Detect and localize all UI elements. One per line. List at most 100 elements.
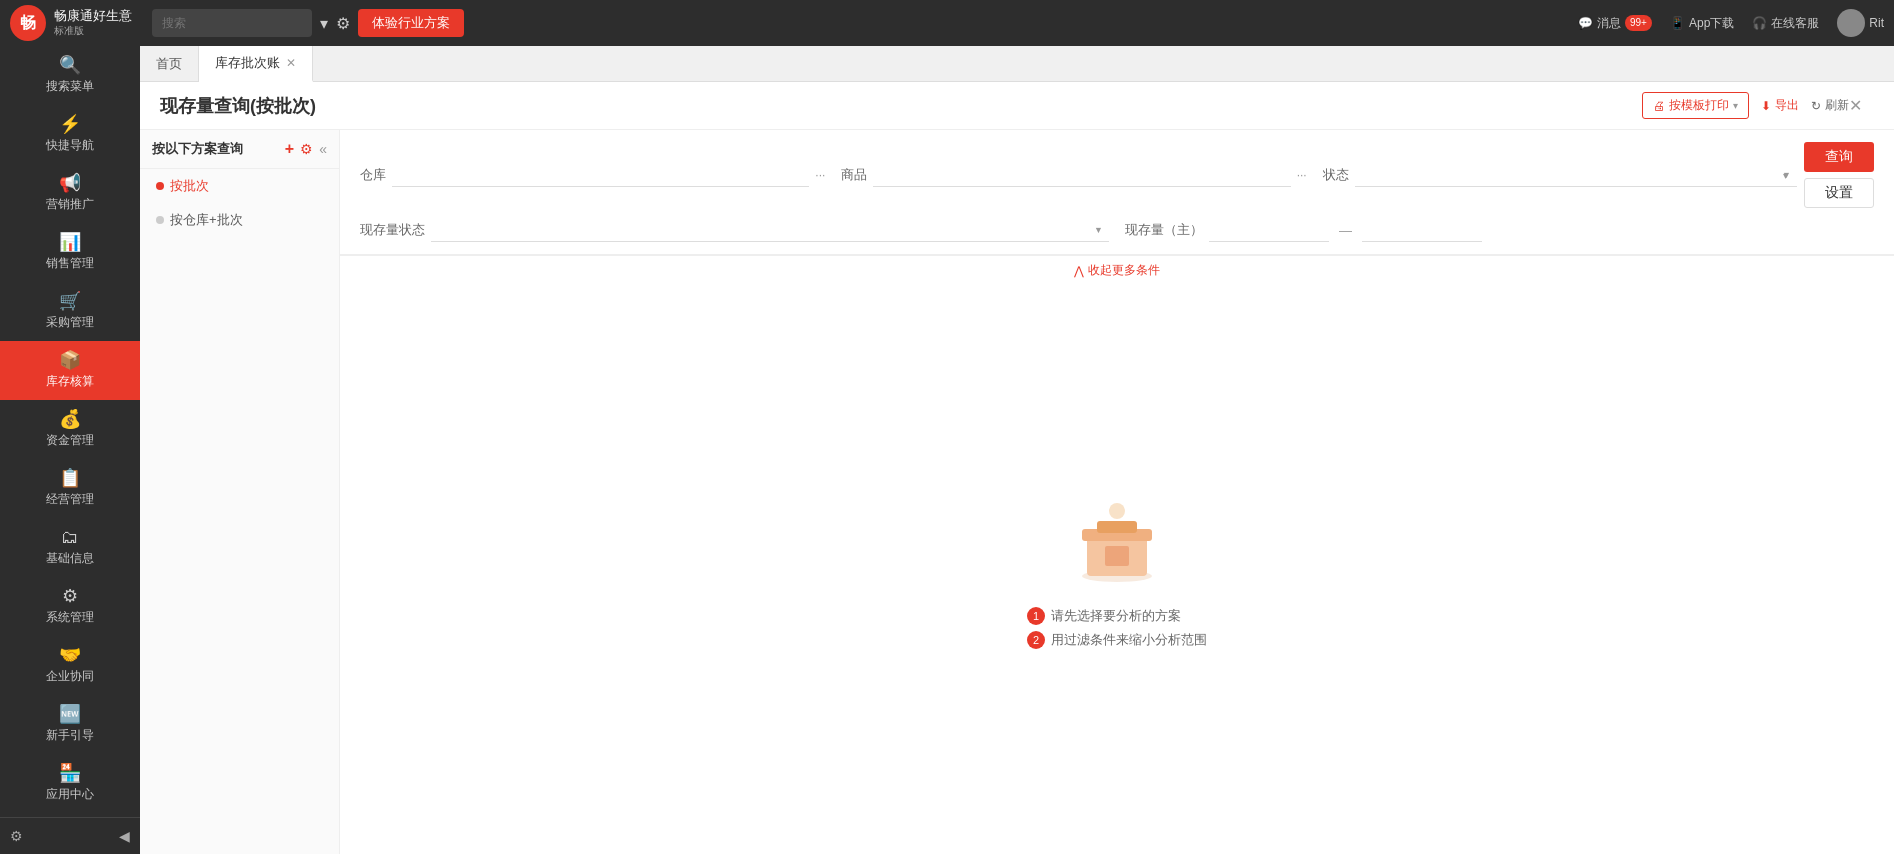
filter-status: 状态 ▾ (1323, 163, 1788, 187)
export-btn[interactable]: ⬇ 导出 (1761, 97, 1799, 114)
page-header: 现存量查询(按批次) 🖨 按模板打印 ▾ ⬇ 导出 ↻ 刷新 (140, 82, 1894, 130)
warehouse-input[interactable] (392, 163, 809, 187)
sidebar-collapse-btn[interactable]: ◀ (119, 828, 130, 844)
topbar-right: 💬 消息 99+ 📱 App下载 🎧 在线客服 Rit (1578, 9, 1884, 37)
tab-inventory-batch-label: 库存批次账 (215, 54, 280, 72)
online-service-btn[interactable]: 🎧 在线客服 (1752, 15, 1819, 32)
sidebar-label-basic: 基础信息 (46, 550, 94, 567)
sidebar-label-inventory: 库存核算 (46, 373, 94, 390)
app-download-btn[interactable]: 📱 App下载 (1670, 15, 1734, 32)
sidebar-item-guide[interactable]: 🆕 新手引导 (0, 695, 140, 754)
status-label: 状态 (1323, 166, 1349, 184)
right-panel-scroll: 1 请先选择要分析的方案 2 用过滤条件来缩小分析范围 (340, 285, 1894, 854)
content-area: 首页 库存批次账 ✕ 现存量查询(按批次) 🖨 按模板打印 ▾ ⬇ (140, 46, 1894, 854)
add-scheme-btn[interactable]: + (285, 141, 294, 157)
collapse-panel-btn[interactable]: « (319, 142, 327, 156)
tip-text-2: 用过滤条件来缩小分析范围 (1051, 631, 1207, 649)
tab-close-btn[interactable]: ✕ (286, 57, 296, 69)
sidebar-item-marketing[interactable]: 📢 营销推广 (0, 164, 140, 223)
sidebar-item-shortcut[interactable]: ⚡ 快捷导航 (0, 105, 140, 164)
scheme-item-warehouse-batch[interactable]: 按仓库+批次 (140, 203, 339, 237)
empty-tip-2: 2 用过滤条件来缩小分析范围 (1027, 631, 1207, 649)
app-logo: 畅 (10, 5, 46, 41)
export-label: 导出 (1775, 97, 1799, 114)
export-icon: ⬇ (1761, 99, 1771, 113)
svg-rect-3 (1097, 521, 1137, 533)
app-download-label: App下载 (1689, 15, 1734, 32)
left-panel: 按以下方案查询 + ⚙ « 按批次 按仓库+批次 (140, 130, 340, 854)
print-btn[interactable]: 🖨 按模板打印 ▾ (1642, 92, 1749, 119)
empty-tips: 1 请先选择要分析的方案 2 用过滤条件来缩小分析范围 (1027, 607, 1207, 649)
sidebar-scroll: 🔍 搜索菜单 ⚡ 快捷导航 📢 营销推广 📊 销售管理 🛒 采购管理 📦 (0, 46, 140, 817)
sidebar-item-search[interactable]: 🔍 搜索菜单 (0, 46, 140, 105)
brand-tag: 标准版 (54, 24, 132, 38)
headset-icon: 🎧 (1752, 16, 1767, 30)
refresh-btn[interactable]: ↻ 刷新 (1811, 97, 1849, 114)
user-area[interactable]: Rit (1837, 9, 1884, 37)
clipboard-icon: 📋 (59, 469, 81, 487)
action-btns: 查询 设置 (1804, 142, 1874, 208)
sidebar-label-finance: 资金管理 (46, 432, 94, 449)
brand-name: 畅康通好生意 (54, 8, 132, 24)
page-content: 现存量查询(按批次) 🖨 按模板打印 ▾ ⬇ 导出 ↻ 刷新 (140, 82, 1894, 854)
search-dropdown-btn[interactable]: ▾ (320, 14, 328, 33)
filter-warehouse: 仓库 ··· (360, 163, 825, 187)
print-dropdown-icon: ▾ (1733, 100, 1738, 111)
stock-qty-label: 现存量（主） (1125, 221, 1203, 239)
sidebar-item-sales[interactable]: 📊 销售管理 (0, 223, 140, 282)
sidebar: 🔍 搜索菜单 ⚡ 快捷导航 📢 营销推广 📊 销售管理 🛒 采购管理 📦 (0, 46, 140, 854)
collapse-bar[interactable]: ⋀ 收起更多条件 (340, 255, 1894, 285)
cart-icon: 🛒 (59, 292, 81, 310)
new-icon: 🆕 (59, 705, 81, 723)
handshake-icon: 🤝 (59, 646, 81, 664)
product-label: 商品 (841, 166, 867, 184)
sidebar-settings-btn[interactable]: ⚙ (10, 828, 23, 844)
svg-rect-4 (1105, 546, 1129, 566)
status-select-wrapper (1355, 163, 1797, 187)
product-more-icon[interactable]: ··· (1297, 168, 1307, 182)
scheme-dot-active (156, 182, 164, 190)
empty-state: 1 请先选择要分析的方案 2 用过滤条件来缩小分析范围 (340, 285, 1894, 854)
topbar-gear-btn[interactable]: ⚙ (336, 14, 350, 33)
stock-qty-min[interactable] (1209, 218, 1329, 242)
sidebar-item-inventory[interactable]: 📦 库存核算 (0, 341, 140, 400)
search-input[interactable] (152, 9, 312, 37)
warehouse-label: 仓库 (360, 166, 386, 184)
scheme-item-batch[interactable]: 按批次 (140, 169, 339, 203)
messages-btn[interactable]: 💬 消息 99+ (1578, 15, 1652, 32)
filter-row-1: 仓库 ··· 商品 ··· 状态 (360, 142, 1874, 208)
sidebar-label-appstore: 应用中心 (46, 786, 94, 803)
sidebar-label-system: 系统管理 (46, 609, 94, 626)
stock-status-select[interactable] (431, 218, 1109, 242)
sidebar-item-finance[interactable]: 💰 资金管理 (0, 400, 140, 459)
stock-qty-max[interactable] (1362, 218, 1482, 242)
sidebar-item-basic[interactable]: 🗂 基础信息 (0, 518, 140, 577)
trial-btn[interactable]: 体验行业方案 (358, 9, 464, 37)
megaphone-icon: 📢 (59, 174, 81, 192)
product-input[interactable] (873, 163, 1290, 187)
filter-stock-qty: 现存量（主） — (1125, 218, 1874, 242)
store-icon: 🏪 (59, 764, 81, 782)
sidebar-item-system[interactable]: ⚙ 系统管理 (0, 577, 140, 636)
sidebar-item-enterprise[interactable]: 🤝 企业协同 (0, 636, 140, 695)
search-icon: 🔍 (59, 56, 81, 74)
warehouse-more-icon[interactable]: ··· (815, 168, 825, 182)
sidebar-item-purchase[interactable]: 🛒 采购管理 (0, 282, 140, 341)
tab-bar: 首页 库存批次账 ✕ (140, 46, 1894, 82)
sidebar-item-appstore[interactable]: 🏪 应用中心 (0, 754, 140, 813)
set-btn[interactable]: 设置 (1804, 178, 1874, 208)
sidebar-label-purchase: 采购管理 (46, 314, 94, 331)
gear-icon: ⚙ (62, 587, 78, 605)
page-header-actions: 🖨 按模板打印 ▾ ⬇ 导出 ↻ 刷新 ✕ (1642, 92, 1874, 119)
tab-home[interactable]: 首页 (140, 46, 199, 82)
sidebar-item-operation[interactable]: 📋 经营管理 (0, 459, 140, 518)
query-btn[interactable]: 查询 (1804, 142, 1874, 172)
scheme-dot-inactive (156, 216, 164, 224)
page-close-btn[interactable]: ✕ (1849, 98, 1862, 114)
print-label: 按模板打印 (1669, 97, 1729, 114)
topbar-center: ▾ ⚙ 体验行业方案 (132, 9, 1578, 37)
status-select[interactable] (1355, 163, 1797, 187)
tab-inventory-batch[interactable]: 库存批次账 ✕ (199, 46, 313, 82)
scheme-settings-btn[interactable]: ⚙ (300, 142, 313, 156)
sidebar-label-operation: 经营管理 (46, 491, 94, 508)
